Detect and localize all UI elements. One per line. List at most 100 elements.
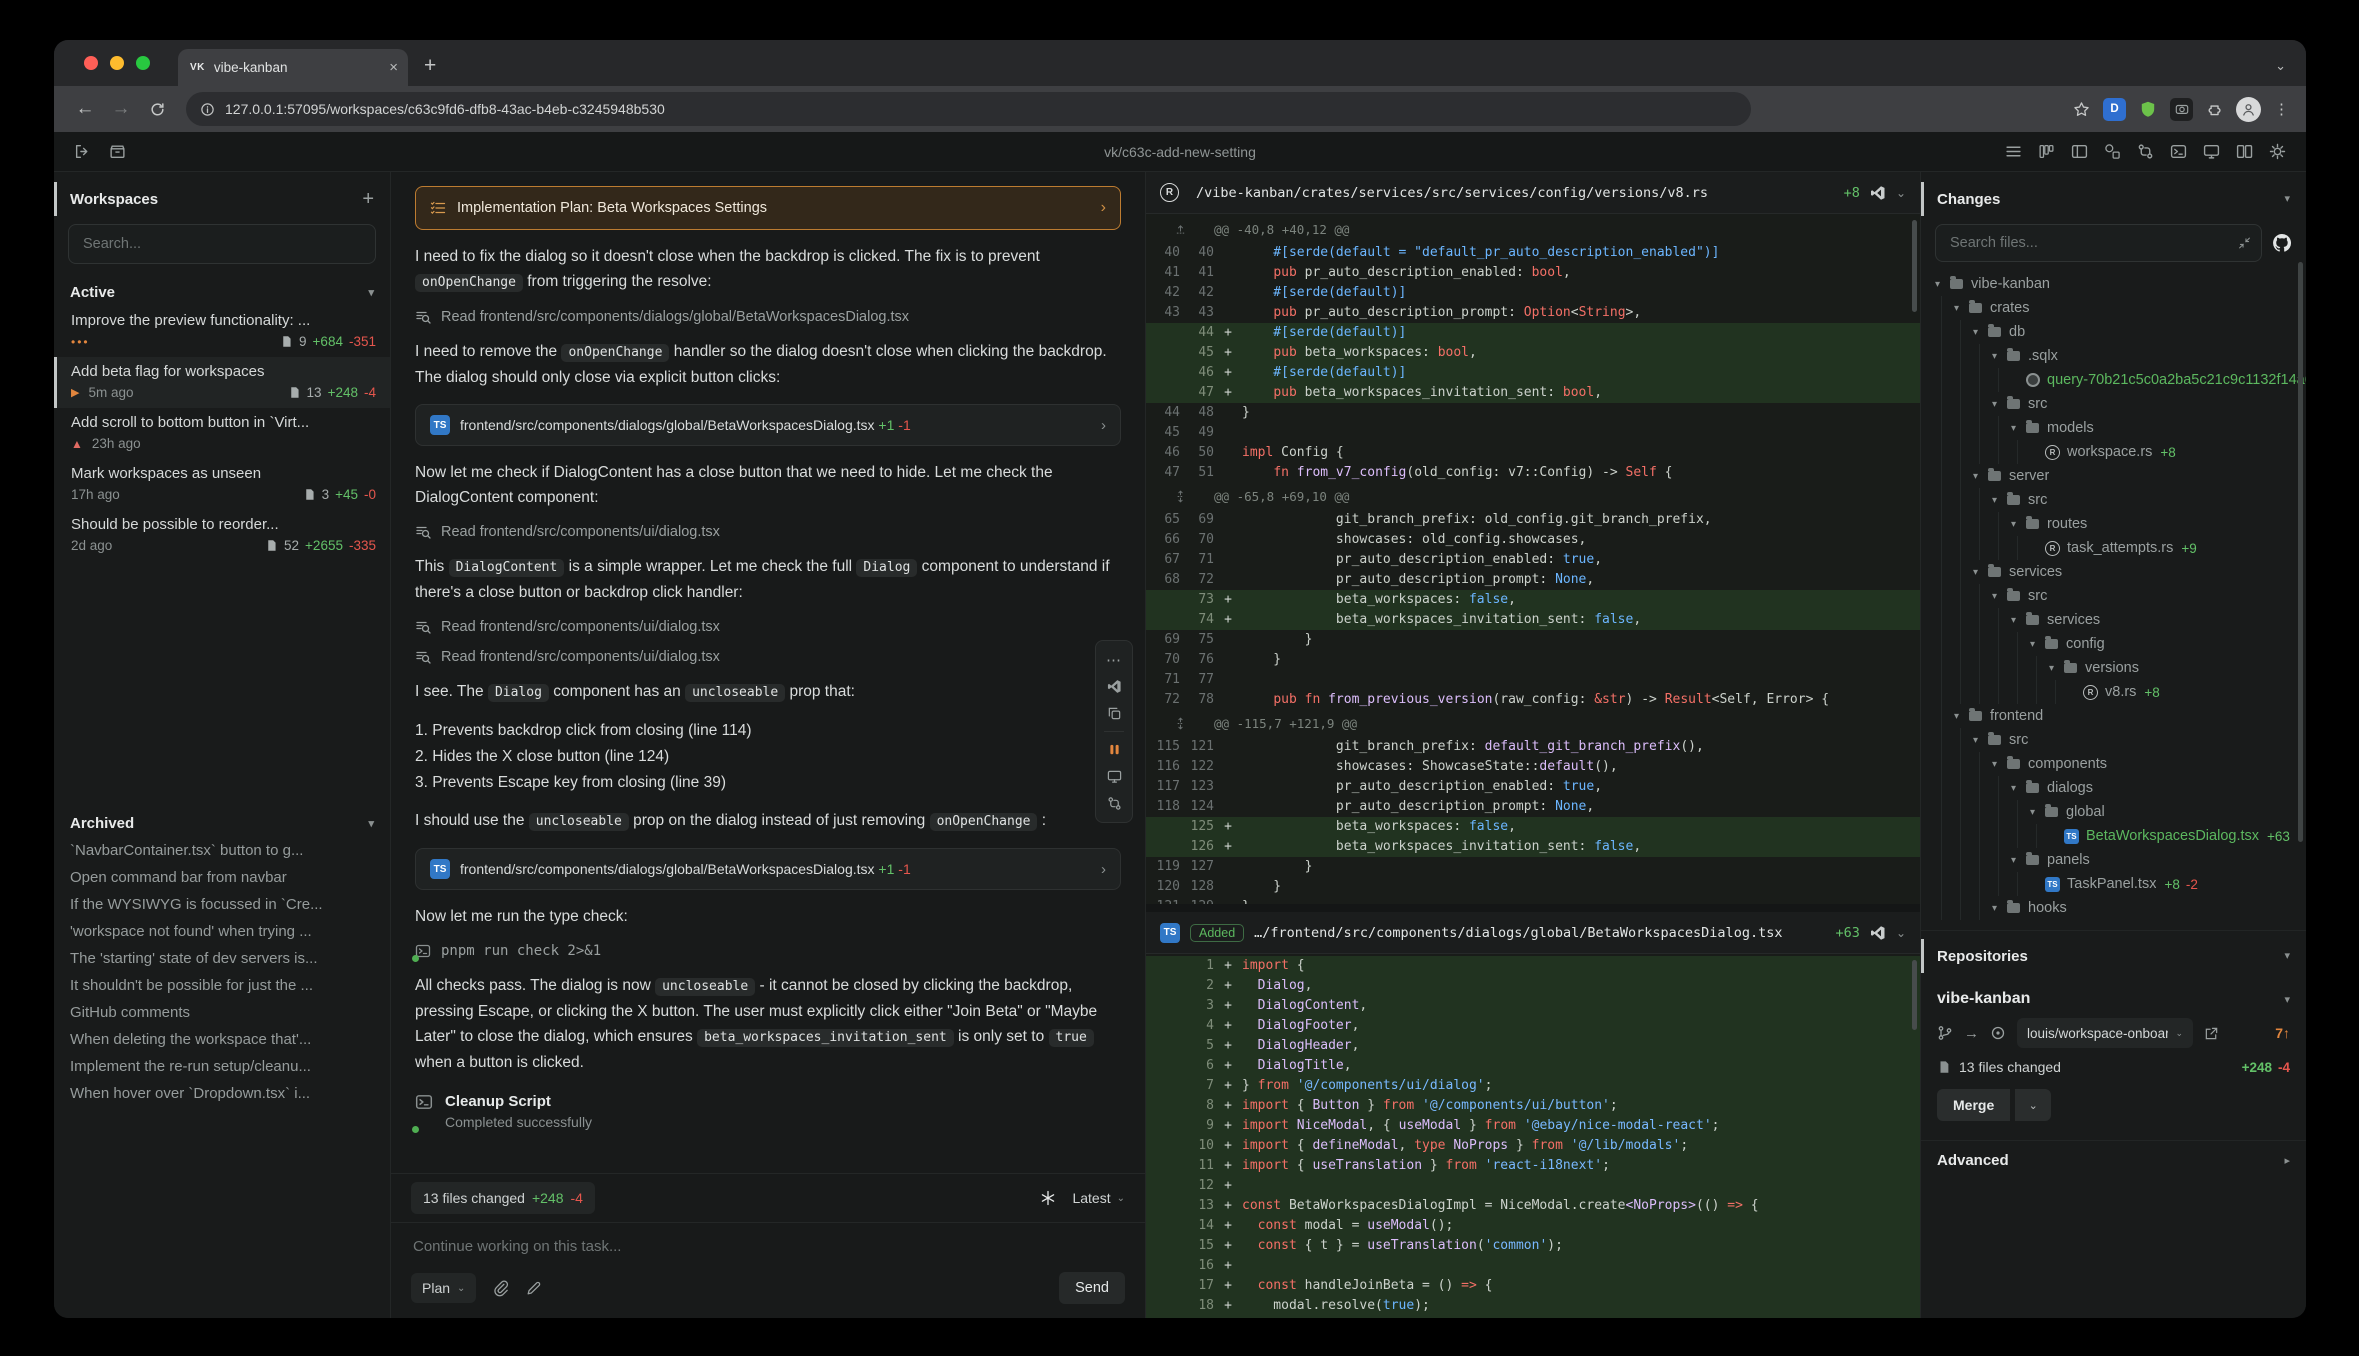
archived-workspace-item[interactable]: The 'starting' state of dev servers is..… <box>54 945 390 972</box>
active-section-header[interactable]: Active ▾ <box>54 278 390 306</box>
archived-workspace-item[interactable]: Implement the re-run setup/cleanu... <box>54 1053 390 1080</box>
collapse-chevron-icon[interactable]: ⌄ <box>1896 186 1906 200</box>
tree-folder-src[interactable]: ▾ src <box>1921 488 2306 512</box>
reload-icon[interactable] <box>142 101 172 118</box>
repository-row[interactable]: vibe-kanban ▾ <box>1921 981 2306 1012</box>
composer-input[interactable] <box>411 1237 1125 1256</box>
zoom-button[interactable] <box>136 56 150 70</box>
tree-folder-panels[interactable]: ▾ panels <box>1921 848 2306 872</box>
tree-folder-dialogs[interactable]: ▾ dialogs <box>1921 776 2306 800</box>
profile-avatar[interactable] <box>2236 96 2261 122</box>
file-search-input[interactable] <box>1948 234 2230 252</box>
tool-read-row[interactable]: Read frontend/src/components/ui/dialog.t… <box>415 619 1121 635</box>
archived-workspace-item[interactable]: 'workspace not found' when trying ... <box>54 918 390 945</box>
tree-file-v8.rs[interactable]: Rv8.rs +8 <box>1921 680 2306 704</box>
edit-pen-icon[interactable] <box>525 1280 542 1297</box>
files-changed-chip[interactable]: 13 files changed +248 -4 <box>411 1182 595 1214</box>
tree-folder-models[interactable]: ▾ models <box>1921 416 2306 440</box>
tree-folder-services[interactable]: ▾ services <box>1921 560 2306 584</box>
tool-read-row[interactable]: Read frontend/src/components/ui/dialog.t… <box>415 524 1121 540</box>
tool-read-row[interactable]: Read frontend/src/components/ui/dialog.t… <box>415 649 1121 665</box>
extension-shield-icon[interactable] <box>2139 100 2157 118</box>
monitor-icon[interactable] <box>1096 763 1132 790</box>
extensions-puzzle-icon[interactable] <box>2206 101 2223 118</box>
more-actions-icon[interactable]: ⋯ <box>1096 646 1132 673</box>
diff-header[interactable]: TS Added …/frontend/src/components/dialo… <box>1146 912 1920 954</box>
workspace-item[interactable]: Mark workspaces as unseen 17h ago 3 +45 -0 <box>54 459 390 510</box>
tree-folder-versions[interactable]: ▾ versions <box>1921 656 2306 680</box>
new-tab-button[interactable]: + <box>424 54 436 78</box>
implementation-plan-card[interactable]: Implementation Plan: Beta Workspaces Set… <box>415 186 1121 230</box>
browser-menu-kebab-icon[interactable]: ⋮ <box>2274 100 2290 118</box>
diff-scrollbar[interactable] <box>1912 960 1917 1030</box>
tree-folder-src[interactable]: ▾ src <box>1921 728 2306 752</box>
tree-file-query-70b21c5c0a2ba5c21c9c1132f14a68[interactable]: query-70b21c5c0a2ba5c21c9c1132f14a68 <box>1921 368 2306 392</box>
tree-folder-components[interactable]: ▾ components <box>1921 752 2306 776</box>
site-info-icon[interactable] <box>200 102 215 117</box>
tree-folder-config[interactable]: ▾ config <box>1921 632 2306 656</box>
tree-folder-global[interactable]: ▾ global <box>1921 800 2306 824</box>
sparkle-icon[interactable] <box>1040 1190 1056 1206</box>
attach-paperclip-icon[interactable] <box>492 1280 509 1297</box>
advanced-section[interactable]: Advanced ▸ <box>1921 1140 2306 1180</box>
version-dropdown[interactable]: Latest ⌄ <box>1072 1190 1125 1206</box>
mode-dropdown[interactable]: Plan ⌄ <box>411 1273 477 1303</box>
tree-folder-src[interactable]: ▾ src <box>1921 584 2306 608</box>
file-search[interactable] <box>1935 224 2262 262</box>
tree-folder-.sqlx[interactable]: ▾ .sqlx <box>1921 344 2306 368</box>
target-icon[interactable] <box>1990 1025 2006 1041</box>
browser-tab[interactable]: VK vibe-kanban × <box>178 49 408 86</box>
git-compare-icon[interactable] <box>1096 790 1132 817</box>
terminal-command-row[interactable]: pnpm run check 2>&1 <box>412 943 1121 962</box>
archived-workspace-item[interactable]: If the WYSIWYG is focussed in `Cre... <box>54 891 390 918</box>
workspace-search-input[interactable] <box>81 235 363 253</box>
expand-hunk-icon[interactable] <box>1146 490 1214 503</box>
workspace-search[interactable] <box>68 224 376 264</box>
cleanup-script-block[interactable]: Cleanup Script Completed successfully <box>412 1093 1121 1133</box>
message-composer[interactable] <box>391 1222 1145 1260</box>
copy-icon[interactable] <box>1096 700 1132 727</box>
archived-workspace-item[interactable]: `NavbarContainer.tsx` button to g... <box>54 837 390 864</box>
edited-file-card[interactable]: TS frontend/src/components/dialogs/global… <box>415 404 1121 446</box>
tree-file-workspace.rs[interactable]: Rworkspace.rs +8 <box>1921 440 2306 464</box>
archived-workspace-item[interactable]: Open command bar from navbar <box>54 864 390 891</box>
tree-folder-vibe-kanban[interactable]: ▾ vibe-kanban <box>1921 272 2306 296</box>
tree-folder-crates[interactable]: ▾ crates <box>1921 296 2306 320</box>
archived-workspace-item[interactable]: GitHub comments <box>54 999 390 1026</box>
add-workspace-button[interactable]: + <box>362 189 374 209</box>
github-icon[interactable] <box>2272 233 2292 253</box>
workspace-item[interactable]: Add beta flag for workspaces ▶ 5m ago 13 +24… <box>54 357 390 408</box>
diff-header[interactable]: R /vibe-kanban/crates/services/src/servi… <box>1146 172 1920 214</box>
diff-scrollbar[interactable] <box>1912 220 1917 312</box>
tab-close-icon[interactable]: × <box>389 60 398 75</box>
collapse-tree-icon[interactable] <box>2238 236 2251 250</box>
send-button[interactable]: Send <box>1059 1272 1125 1304</box>
conversation-scroll-area[interactable]: Implementation Plan: Beta Workspaces Set… <box>391 172 1145 1173</box>
tree-folder-server[interactable]: ▾ server <box>1921 464 2306 488</box>
git-branch-icon[interactable] <box>1937 1025 1953 1041</box>
merge-options-chevron[interactable]: ⌄ <box>2015 1089 2052 1121</box>
forward-icon[interactable]: → <box>106 98 136 120</box>
expand-hunk-icon[interactable] <box>1146 717 1214 730</box>
tree-folder-hooks[interactable]: ▾ hooks <box>1921 896 2306 920</box>
extension-d-icon[interactable]: D <box>2103 97 2126 121</box>
tree-file-task_attempts.rs[interactable]: Rtask_attempts.rs +9 <box>1921 536 2306 560</box>
tree-folder-src[interactable]: ▾ src <box>1921 392 2306 416</box>
open-in-vscode-icon[interactable] <box>1870 925 1886 941</box>
repositories-header[interactable]: Repositories ▾ <box>1921 939 2306 973</box>
workspace-item[interactable]: Add scroll to bottom button in `Virt... ▲… <box>54 408 390 459</box>
branch-selector[interactable]: louis/workspace-onboarding ⌄ <box>2017 1018 2193 1048</box>
workspace-item[interactable]: Improve the preview functionality: ... ••… <box>54 306 390 357</box>
open-in-vscode-icon[interactable] <box>1870 185 1886 201</box>
open-external-icon[interactable] <box>2204 1026 2219 1041</box>
address-bar[interactable]: 127.0.0.1:57095/workspaces/c63c9fd6-dfb8… <box>186 92 1751 126</box>
merge-button[interactable]: Merge <box>1937 1089 2011 1121</box>
archived-workspace-item[interactable]: When hover over `Dropdown.tsx` i... <box>54 1080 390 1107</box>
back-icon[interactable]: ← <box>70 98 100 120</box>
archived-section-header[interactable]: Archived ▾ <box>54 809 390 837</box>
tree-folder-frontend[interactable]: ▾ frontend <box>1921 704 2306 728</box>
tree-file-BetaWorkspacesDialog.tsx[interactable]: TS BetaWorkspacesDialog.tsx +63 <box>1921 824 2306 848</box>
tab-overflow-chevron-icon[interactable]: ⌄ <box>2275 58 2286 74</box>
archived-workspace-item[interactable]: When deleting the workspace that'... <box>54 1026 390 1053</box>
tree-folder-routes[interactable]: ▾ routes <box>1921 512 2306 536</box>
